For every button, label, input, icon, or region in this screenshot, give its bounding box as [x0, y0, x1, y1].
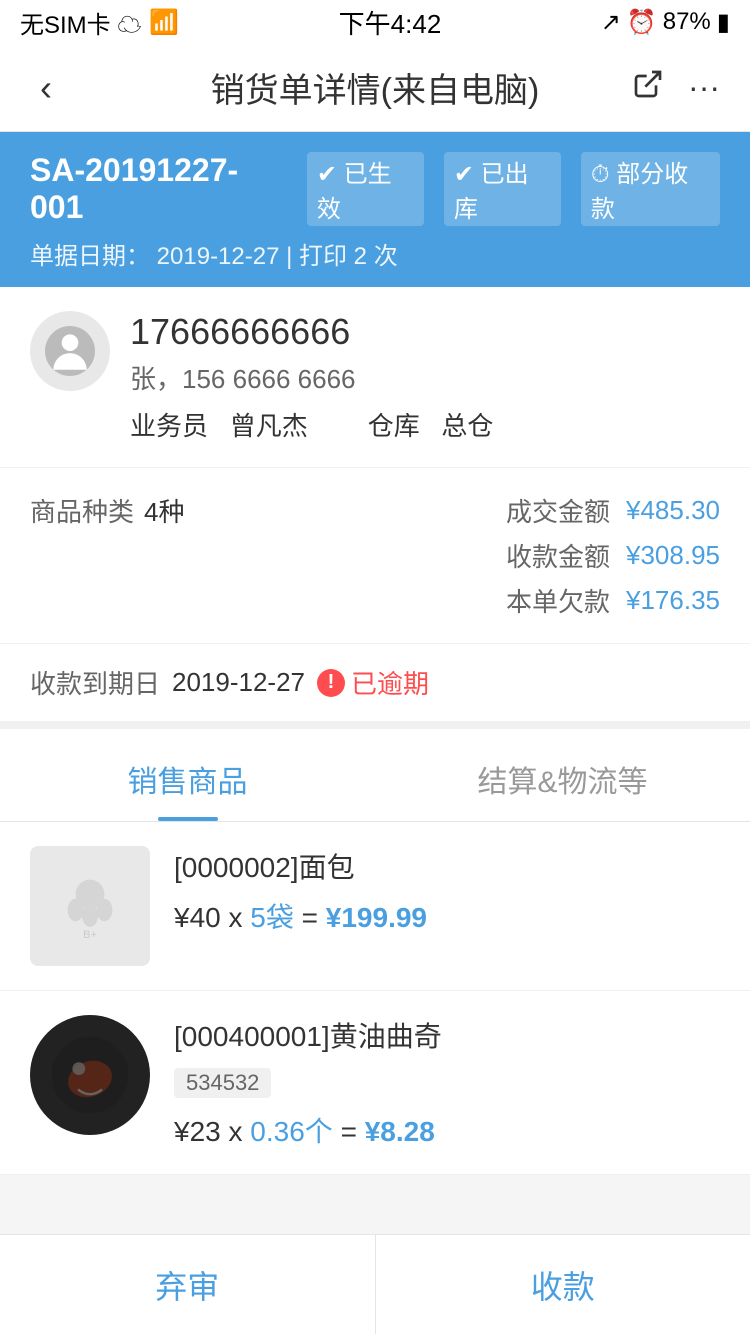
location-icon: ↗	[601, 8, 621, 37]
product-price-2: ¥23 x 0.36个 = ¥8.28	[174, 1110, 720, 1150]
nav-bar: ‹ 销货单详情(来自电脑) ···	[0, 44, 750, 132]
debt-value: ¥176.35	[626, 585, 720, 616]
status-right: ↗ ⏰ 87% ▮	[601, 8, 730, 37]
status-bar: 无SIM卡 ☁ 📶 下午4:42 ↗ ⏰ 87% ▮	[0, 0, 750, 44]
amount-row: 成交金额 ¥485.30	[506, 492, 720, 529]
product-list: B+ [0000002]面包 ¥40 x 5袋 = ¥199.99	[0, 822, 750, 1175]
product-name-1: [0000002]面包	[174, 846, 720, 886]
order-number: SA-20191227-001	[30, 152, 287, 226]
product-price-1: ¥40 x 5袋 = ¥199.99	[174, 896, 720, 936]
status-badge-shipped: ✔ 已出库	[444, 152, 561, 226]
stats-section: 商品种类 4种 成交金额 ¥485.30 收款金额 ¥308.95 本单欠款 ¥…	[0, 468, 750, 644]
tab-sales-products[interactable]: 销售商品	[0, 729, 375, 821]
warehouse-info: 仓库 总仓	[368, 406, 494, 443]
collect-payment-button[interactable]: 收款	[376, 1235, 750, 1334]
price-base-1: ¥40	[174, 902, 221, 933]
price-base-2: ¥23	[174, 1116, 221, 1147]
bottom-bar: 弃审 收款	[0, 1234, 750, 1334]
debt-row: 本单欠款 ¥176.35	[506, 582, 720, 619]
sim-status: 无SIM卡 ☁	[20, 5, 141, 40]
qty-1: 5袋	[250, 902, 294, 933]
nav-actions: ···	[632, 68, 720, 108]
product-image-1: B+	[30, 846, 150, 966]
amount-stats: 成交金额 ¥485.30 收款金额 ¥308.95 本单欠款 ¥176.35	[506, 492, 720, 619]
category-label: 商品种类	[30, 492, 134, 529]
status-badge-effective: ✔ 已生效	[307, 152, 424, 226]
svg-text:B+: B+	[83, 929, 97, 941]
customer-info: 17666666666 张，156 6666 6666 业务员 曾凡杰 仓库 总…	[130, 311, 720, 443]
tabs: 销售商品 结算&物流等	[0, 729, 750, 822]
product-name-2: [000400001]黄油曲奇	[174, 1015, 720, 1055]
due-date: 2019-12-27	[172, 667, 305, 698]
status-badge-partial: ⏱ 部分收款	[581, 152, 720, 226]
list-item: [000400001]黄油曲奇 534532 ¥23 x 0.36个 = ¥8.…	[0, 991, 750, 1175]
total-2: ¥8.28	[365, 1116, 435, 1147]
back-button[interactable]: ‹	[30, 57, 62, 119]
overdue-icon: !	[317, 669, 345, 697]
product-info-2: [000400001]黄油曲奇 534532 ¥23 x 0.36个 = ¥8.…	[174, 1015, 720, 1150]
info-band: SA-20191227-001 ✔ 已生效 ✔ 已出库 ⏱ 部分收款 单据日期：…	[0, 132, 750, 287]
qty-2: 0.36个	[250, 1116, 333, 1147]
product-sku-2: 534532	[174, 1068, 271, 1098]
product-info-1: [0000002]面包 ¥40 x 5袋 = ¥199.99	[174, 846, 720, 936]
overdue-badge: ! 已逾期	[317, 664, 429, 701]
avatar	[30, 311, 110, 391]
amount-value: ¥485.30	[626, 495, 720, 526]
total-1: ¥199.99	[326, 902, 427, 933]
category-stats: 商品种类 4种	[30, 492, 506, 529]
print-info: | 打印 2 次	[286, 243, 398, 270]
cancel-review-button[interactable]: 弃审	[0, 1235, 376, 1334]
page-title: 销货单详情(来自电脑)	[211, 63, 540, 112]
avatar-icon	[45, 326, 95, 376]
list-item: B+ [0000002]面包 ¥40 x 5袋 = ¥199.99	[0, 822, 750, 991]
warehouse-value: 总仓	[441, 411, 493, 441]
category-value: 4种	[144, 492, 184, 529]
due-section: 收款到期日 2019-12-27 ! 已逾期	[0, 644, 750, 729]
order-date-info: 单据日期： 2019-12-27 | 打印 2 次	[30, 236, 720, 271]
received-row: 收款金额 ¥308.95	[506, 537, 720, 574]
customer-id: 17666666666	[130, 311, 720, 353]
share-icon[interactable]	[632, 68, 664, 108]
wifi-icon: 📶	[149, 8, 179, 37]
salesman-value: 曾凡杰	[230, 411, 308, 441]
due-label: 收款到期日	[30, 664, 160, 701]
customer-section: 17666666666 张，156 6666 6666 业务员 曾凡杰 仓库 总…	[0, 287, 750, 468]
order-date: 2019-12-27	[157, 243, 280, 270]
overdue-text: 已逾期	[351, 664, 429, 701]
salesman-label: 业务员 曾凡杰	[130, 406, 308, 443]
battery-level: 87%	[663, 8, 711, 36]
info-band-top: SA-20191227-001 ✔ 已生效 ✔ 已出库 ⏱ 部分收款	[30, 152, 720, 226]
customer-name-phone: 张，156 6666 6666	[130, 359, 720, 396]
status-left: 无SIM卡 ☁ 📶	[20, 5, 179, 40]
status-time: 下午4:42	[339, 4, 442, 41]
alarm-icon: ⏰	[627, 8, 657, 37]
customer-meta: 业务员 曾凡杰 仓库 总仓	[130, 406, 720, 443]
received-value: ¥308.95	[626, 540, 720, 571]
tab-settlement[interactable]: 结算&物流等	[375, 729, 750, 821]
date-label: 单据日期：	[30, 243, 150, 270]
more-icon[interactable]: ···	[688, 69, 720, 106]
product-image-2	[30, 1015, 150, 1135]
battery-icon: ▮	[717, 8, 730, 37]
